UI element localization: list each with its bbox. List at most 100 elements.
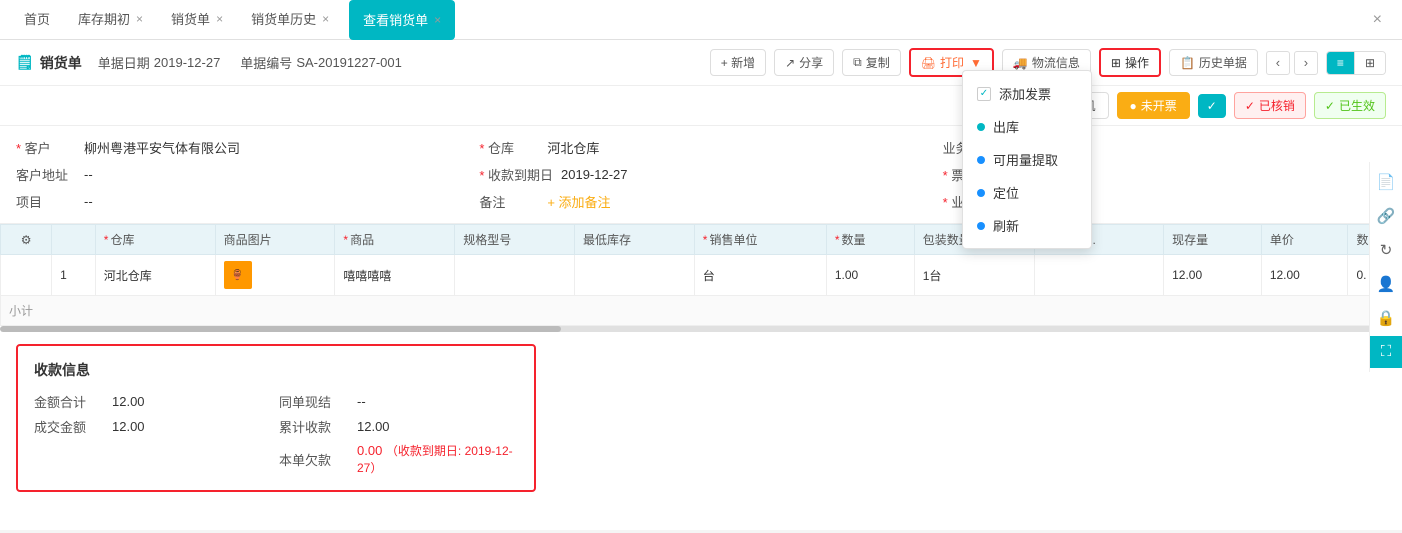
view-toggle: ≡ ⊞ — [1326, 51, 1386, 75]
doc-title: 🗒 销货单 — [16, 53, 82, 73]
dropdown-available-qty[interactable]: 可用量提取 — [963, 143, 1091, 176]
copy-icon: ⧉ — [853, 55, 862, 70]
close-all-tabs[interactable]: × — [1363, 11, 1392, 29]
product-table-wrap: ⚙ *仓库 商品图片 *商品 规格型号 最低库存 *销售单位 *数量 包装数量 … — [0, 223, 1402, 332]
subtotal-label: 小计 — [1, 296, 1402, 326]
address-field: 客户地址 -- — [16, 165, 459, 184]
customer-field: 客户 柳州粤港平安气体有限公司 — [16, 138, 459, 157]
address-value: -- — [84, 167, 93, 182]
grid-view-btn[interactable]: ⊞ — [1355, 52, 1385, 74]
invoice-icon: ● — [1130, 99, 1137, 113]
operation-icon: ⊞ — [1111, 56, 1121, 70]
product-image: 🏺 — [224, 261, 252, 289]
payment-date-value: 2019-12-27 — [561, 167, 628, 182]
deal-label: 成交金额 — [34, 417, 104, 436]
right-icon-expand[interactable]: ⛶ — [1370, 336, 1402, 368]
check-icon-btn[interactable]: ✓ — [1198, 94, 1226, 118]
available-qty-dot — [977, 156, 985, 164]
debt-value: 0.00 （收款到期日: 2019-12-27） — [357, 442, 518, 476]
effective-icon: ✓ — [1325, 99, 1335, 113]
operation-button[interactable]: ⊞ 操作 — [1099, 48, 1161, 77]
check-circle-icon: ✓ — [1245, 99, 1255, 113]
sold-badge: ✓ 已核销 — [1234, 92, 1306, 119]
right-icon-doc[interactable]: 📄 — [1370, 166, 1402, 198]
cash-value: -- — [357, 394, 366, 409]
effective-badge: ✓ 已生效 — [1314, 92, 1386, 119]
doc-icon: 🗒 — [16, 54, 34, 71]
tab-inventory-init[interactable]: 库存期初 × — [64, 0, 157, 40]
operation-dropdown: ✓ 添加发票 出库 可用量提取 定位 刷新 — [962, 70, 1092, 249]
col-product: *商品 — [335, 225, 455, 255]
not-open-button[interactable]: ● 未开票 — [1117, 92, 1190, 119]
right-icon-user[interactable]: 👤 — [1370, 268, 1402, 300]
add-remarks-btn[interactable]: + 添加备注 — [547, 192, 610, 211]
receipt-row-cumulative: 累计收款 12.00 — [279, 417, 518, 436]
warehouse-label: 仓库 — [479, 138, 539, 157]
outbound-dot — [977, 123, 985, 131]
col-sales-unit: *销售单位 — [694, 225, 826, 255]
col-stock: 现存量 — [1164, 225, 1262, 255]
right-icon-refresh[interactable]: ↻ — [1370, 234, 1402, 266]
col-spec: 规格型号 — [455, 225, 575, 255]
address-label: 客户地址 — [16, 165, 76, 184]
row-warehouse: 河北仓库 — [95, 255, 215, 296]
tab-sales-history[interactable]: 销货单历史 × — [237, 0, 343, 40]
doc-meta: 单据日期 2019-12-27 单据编号 SA-20191227-001 — [98, 53, 402, 72]
right-icon-link[interactable]: 🔗 — [1370, 200, 1402, 232]
dropdown-locate[interactable]: 定位 — [963, 176, 1091, 209]
debt-label: 本单欠款 — [279, 450, 349, 469]
close-tab-inventory-init[interactable]: × — [136, 12, 143, 26]
close-tab-view-sales[interactable]: × — [434, 13, 441, 27]
cumulative-value: 12.00 — [357, 419, 390, 434]
total-label: 金额合计 — [34, 392, 104, 411]
toolbar-row: 📱 来自手机 ● 未开票 ✓ ✓ 已核销 ✓ 已生效 — [0, 86, 1402, 126]
col-unit-price: 单价 — [1261, 225, 1348, 255]
cash-label: 同单现结 — [279, 392, 349, 411]
col-quantity: *数量 — [826, 225, 914, 255]
table-header-row: ⚙ *仓库 商品图片 *商品 规格型号 最低库存 *销售单位 *数量 包装数量 … — [1, 225, 1402, 255]
row-available — [1034, 255, 1164, 296]
receipt-row-total: 金额合计 12.00 — [34, 392, 273, 411]
tab-sales-order[interactable]: 销货单 × — [157, 0, 237, 40]
dropdown-refresh[interactable]: 刷新 — [963, 209, 1091, 242]
number-label: 单据编号 — [240, 53, 292, 72]
list-view-btn[interactable]: ≡ — [1327, 52, 1355, 74]
col-min-stock: 最低库存 — [574, 225, 694, 255]
receipt-grid: 金额合计 12.00 同单现结 -- 成交金额 12.00 累计收款 12.00… — [34, 392, 518, 476]
row-product: 嘻嘻嘻嘻 — [335, 255, 455, 296]
doc-header: 🗒 销货单 单据日期 2019-12-27 单据编号 SA-20191227-0… — [0, 40, 1402, 86]
new-button[interactable]: + 新增 — [710, 49, 766, 76]
table-scroll[interactable] — [0, 326, 1402, 332]
tab-bar: 首页 库存期初 × 销货单 × 销货单历史 × 查看销货单 × × — [0, 0, 1402, 40]
form-section: 客户 柳州粤港平安气体有限公司 仓库 河北仓库 业务员 演示账号 客户地址 --… — [0, 126, 1402, 223]
dropdown-outbound[interactable]: 出库 — [963, 110, 1091, 143]
close-tab-sales-history[interactable]: × — [322, 12, 329, 26]
tab-view-sales[interactable]: 查看销货单 × — [349, 0, 455, 40]
right-icon-lock[interactable]: 🔒 — [1370, 302, 1402, 334]
receipt-row-deal: 成交金额 12.00 — [34, 417, 273, 436]
deal-value: 12.00 — [112, 419, 145, 434]
subtotal-row: 小计 — [1, 296, 1402, 326]
prev-arrow[interactable]: ‹ — [1266, 51, 1290, 75]
copy-button[interactable]: ⧉ 复制 — [842, 49, 901, 76]
share-button[interactable]: ↗ 分享 — [774, 49, 834, 76]
row-gear — [1, 255, 52, 296]
tab-home[interactable]: 首页 — [10, 0, 64, 40]
col-product-img: 商品图片 — [215, 225, 335, 255]
project-field: 项目 -- — [16, 192, 459, 211]
table-row: 1 河北仓库 🏺 嘻嘻嘻嘻 台 1.00 1台 12.00 12.00 0. — [1, 255, 1402, 296]
row-unit-price: 12.00 — [1261, 255, 1348, 296]
close-tab-sales-order[interactable]: × — [216, 12, 223, 26]
dropdown-add-invoice[interactable]: ✓ 添加发票 — [963, 77, 1091, 110]
history-icon: 📋 — [1180, 56, 1195, 70]
next-arrow[interactable]: › — [1294, 51, 1318, 75]
product-table: ⚙ *仓库 商品图片 *商品 规格型号 最低库存 *销售单位 *数量 包装数量 … — [0, 224, 1402, 326]
history-button[interactable]: 📋 历史单据 — [1169, 49, 1258, 76]
nav-arrows: ‹ › — [1266, 51, 1318, 75]
share-icon: ↗ — [785, 56, 795, 70]
total-value: 12.00 — [112, 394, 145, 409]
payment-date-field: 收款到期日 2019-12-27 — [479, 165, 922, 184]
row-quantity: 1.00 — [826, 255, 914, 296]
receipt-section: 收款信息 金额合计 12.00 同单现结 -- 成交金额 12.00 累计收款 … — [16, 344, 536, 492]
receipt-row-cash: 同单现结 -- — [279, 392, 518, 411]
